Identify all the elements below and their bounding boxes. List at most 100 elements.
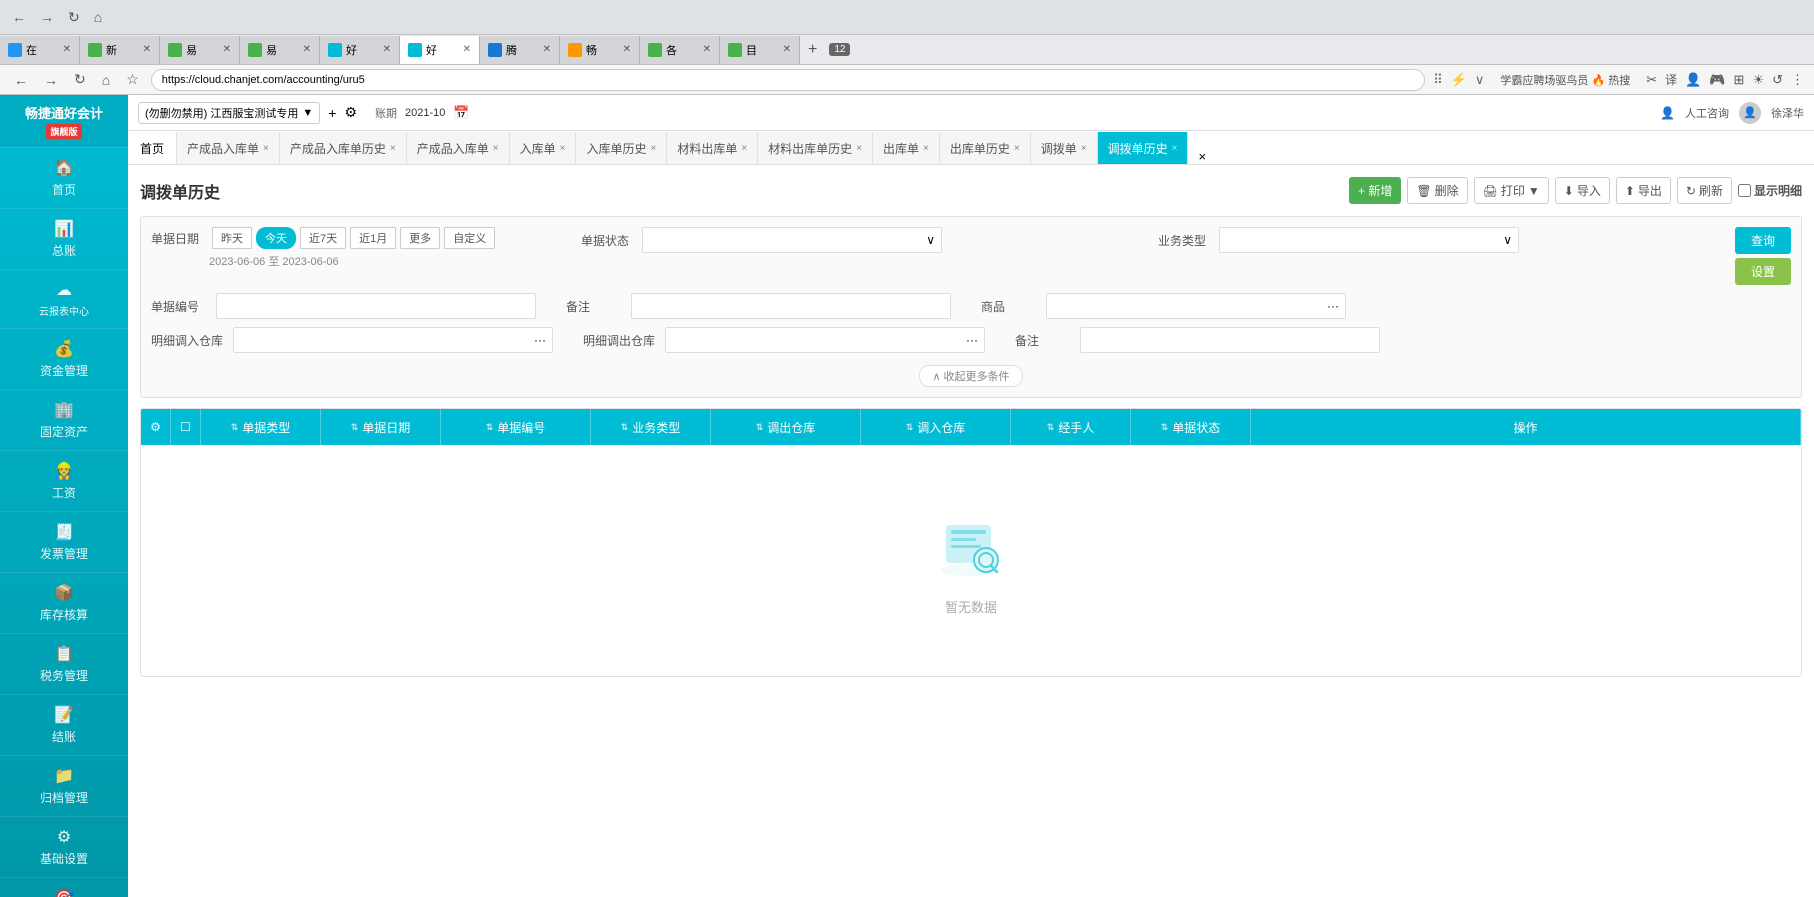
browser-tab-active[interactable]: 好 ✕ — [400, 36, 480, 64]
sidebar-item-funds[interactable]: 💰 资金管理 — [0, 329, 128, 390]
reload-nav[interactable]: ↻ — [70, 69, 90, 90]
sidebar-item-cloud-report[interactable]: ☁ 云报表中心 — [0, 270, 128, 329]
tab-transfer[interactable]: 调拨单 × — [1031, 132, 1098, 164]
user-service-label[interactable]: 人工咨询 — [1685, 105, 1729, 121]
tab-out[interactable]: 出库单 × — [873, 132, 940, 164]
close-tab-product-in[interactable]: × — [263, 143, 269, 154]
back-button[interactable]: ← — [8, 7, 30, 27]
date-yesterday[interactable]: 昨天 — [212, 227, 252, 249]
tab-warehouse-in-history[interactable]: 入库单历史 × — [576, 132, 667, 164]
detail-out-selector[interactable]: ··· — [665, 327, 985, 353]
print-button[interactable]: 🖨 打印 ▼ — [1474, 177, 1549, 204]
close-tab-out-history[interactable]: × — [1014, 143, 1020, 154]
th-doc-type[interactable]: ⇅ 单据类型 — [201, 409, 321, 445]
calendar-icon[interactable]: 📅 — [453, 105, 469, 121]
tab-close-7[interactable]: ✕ — [543, 44, 551, 55]
tab-warehouse-in[interactable]: 入库单 × — [510, 132, 577, 164]
browser-tab-10[interactable]: 目 ✕ — [720, 36, 800, 64]
sidebar-item-home[interactable]: 🏠 首页 — [0, 148, 128, 209]
display-detail-checkbox[interactable]: 显示明细 — [1738, 182, 1802, 199]
tab-out-history[interactable]: 出库单历史 × — [940, 132, 1031, 164]
sidebar-item-ledger[interactable]: 📊 总账 — [0, 209, 128, 270]
tab-close-9[interactable]: ✕ — [703, 44, 711, 55]
date-1month[interactable]: 近1月 — [350, 227, 396, 249]
sidebar-item-archive[interactable]: 📁 归档管理 — [0, 756, 128, 817]
detail-remark-input[interactable] — [1080, 327, 1380, 353]
home-nav[interactable]: ⌂ — [98, 70, 114, 90]
close-tab-material-out-history[interactable]: × — [856, 143, 862, 154]
export-button[interactable]: ⬆ 导出 — [1616, 177, 1671, 204]
close-tab-transfer-history[interactable]: × — [1172, 143, 1178, 154]
collapse-button[interactable]: ∧ 收起更多条件 — [919, 365, 1022, 387]
gear-settings-icon[interactable]: ⚙ — [344, 104, 357, 121]
search-button[interactable]: 查询 — [1735, 227, 1791, 254]
close-all-icon[interactable]: × — [1192, 149, 1212, 164]
doc-no-input[interactable] — [216, 293, 536, 319]
sidebar-item-guide[interactable]: 🎯 新手引导 — [0, 878, 128, 897]
sidebar-item-tax[interactable]: 📋 税务管理 — [0, 634, 128, 695]
tab-close-8[interactable]: ✕ — [623, 44, 631, 55]
th-handler[interactable]: ⇅ 经手人 — [1011, 409, 1131, 445]
star-nav[interactable]: ☆ — [122, 69, 143, 90]
close-tab-warehouse-in[interactable]: × — [560, 143, 566, 154]
sidebar-item-inventory[interactable]: 📦 库存核算 — [0, 573, 128, 634]
close-tab-warehouse-in-history[interactable]: × — [650, 143, 656, 154]
browser-tab-1[interactable]: 在 ✕ — [0, 36, 80, 64]
close-tab-product-in2[interactable]: × — [493, 143, 499, 154]
tab-close-3[interactable]: ✕ — [223, 44, 231, 55]
browser-tab-4[interactable]: 易 ✕ — [240, 36, 320, 64]
remark-input[interactable] — [631, 293, 951, 319]
back-nav[interactable]: ← — [10, 70, 32, 90]
setting-button[interactable]: 设置 — [1735, 258, 1791, 285]
new-button[interactable]: + 新增 — [1349, 177, 1401, 204]
tab-transfer-history[interactable]: 调拨单历史 × — [1098, 132, 1189, 164]
browser-tab-3[interactable]: 易 ✕ — [160, 36, 240, 64]
home-button[interactable]: ⌂ — [90, 7, 106, 27]
browser-tab-8[interactable]: 畅 ✕ — [560, 36, 640, 64]
date-7days[interactable]: 近7天 — [300, 227, 346, 249]
tab-product-in[interactable]: 产成品入库单 × — [177, 132, 280, 164]
sidebar-item-assets[interactable]: 🏢 固定资产 — [0, 390, 128, 451]
tab-close-4[interactable]: ✕ — [303, 44, 311, 55]
close-tab-product-history[interactable]: × — [390, 143, 396, 154]
add-company-button[interactable]: + — [328, 105, 336, 121]
display-detail-check[interactable] — [1738, 184, 1751, 197]
tab-material-out[interactable]: 材料出库单 × — [667, 132, 758, 164]
browser-tab-5[interactable]: 好 ✕ — [320, 36, 400, 64]
th-biz-type[interactable]: ⇅ 业务类型 — [591, 409, 711, 445]
import-button[interactable]: ⬇ 导入 — [1555, 177, 1610, 204]
menu-chevron[interactable]: ∨ — [1475, 72, 1485, 88]
tab-close-1[interactable]: ✕ — [63, 44, 71, 55]
company-selector[interactable]: (勿删勿禁用) 江西服宝测试专用 ▼ — [138, 102, 320, 124]
sidebar-item-invoice[interactable]: 🧾 发票管理 — [0, 512, 128, 573]
browser-tab-9[interactable]: 各 ✕ — [640, 36, 720, 64]
th-doc-status[interactable]: ⇅ 单据状态 — [1131, 409, 1251, 445]
address-input[interactable] — [151, 69, 1425, 91]
tab-product-in-history[interactable]: 产成品入库单历史 × — [280, 132, 407, 164]
th-doc-no[interactable]: ⇅ 单据编号 — [441, 409, 591, 445]
browser-tab-2[interactable]: 新 ✕ — [80, 36, 160, 64]
tab-home[interactable]: 首页 — [128, 132, 177, 164]
refresh-button[interactable]: ↻ 刷新 — [1677, 177, 1732, 204]
forward-button[interactable]: → — [36, 7, 58, 27]
tab-material-out-history[interactable]: 材料出库单历史 × — [758, 132, 873, 164]
close-tab-transfer[interactable]: × — [1081, 143, 1087, 154]
tab-close-active[interactable]: ✕ — [463, 44, 471, 55]
sidebar-item-close-period[interactable]: 📝 结账 — [0, 695, 128, 756]
goods-selector[interactable]: ··· — [1046, 293, 1346, 319]
sidebar-item-settings[interactable]: ⚙ 基础设置 — [0, 817, 128, 878]
detail-in-selector[interactable]: ··· — [233, 327, 553, 353]
th-out-warehouse[interactable]: ⇅ 调出仓库 — [711, 409, 861, 445]
date-custom[interactable]: 自定义 — [444, 227, 495, 249]
delete-button[interactable]: 🗑 删除 — [1407, 177, 1467, 204]
th-in-warehouse[interactable]: ⇅ 调入仓库 — [861, 409, 1011, 445]
th-settings[interactable]: ⚙ — [141, 409, 171, 445]
th-doc-date[interactable]: ⇅ 单据日期 — [321, 409, 441, 445]
date-today[interactable]: 今天 — [256, 227, 296, 249]
forward-nav[interactable]: → — [40, 70, 62, 90]
date-more[interactable]: 更多 — [400, 227, 440, 249]
sidebar-item-payroll[interactable]: 👷 工资 — [0, 451, 128, 512]
tab-close-10[interactable]: ✕ — [783, 44, 791, 55]
tab-product-in2[interactable]: 产成品入库单 × — [407, 132, 510, 164]
status-select[interactable]: ∨ — [642, 227, 942, 253]
